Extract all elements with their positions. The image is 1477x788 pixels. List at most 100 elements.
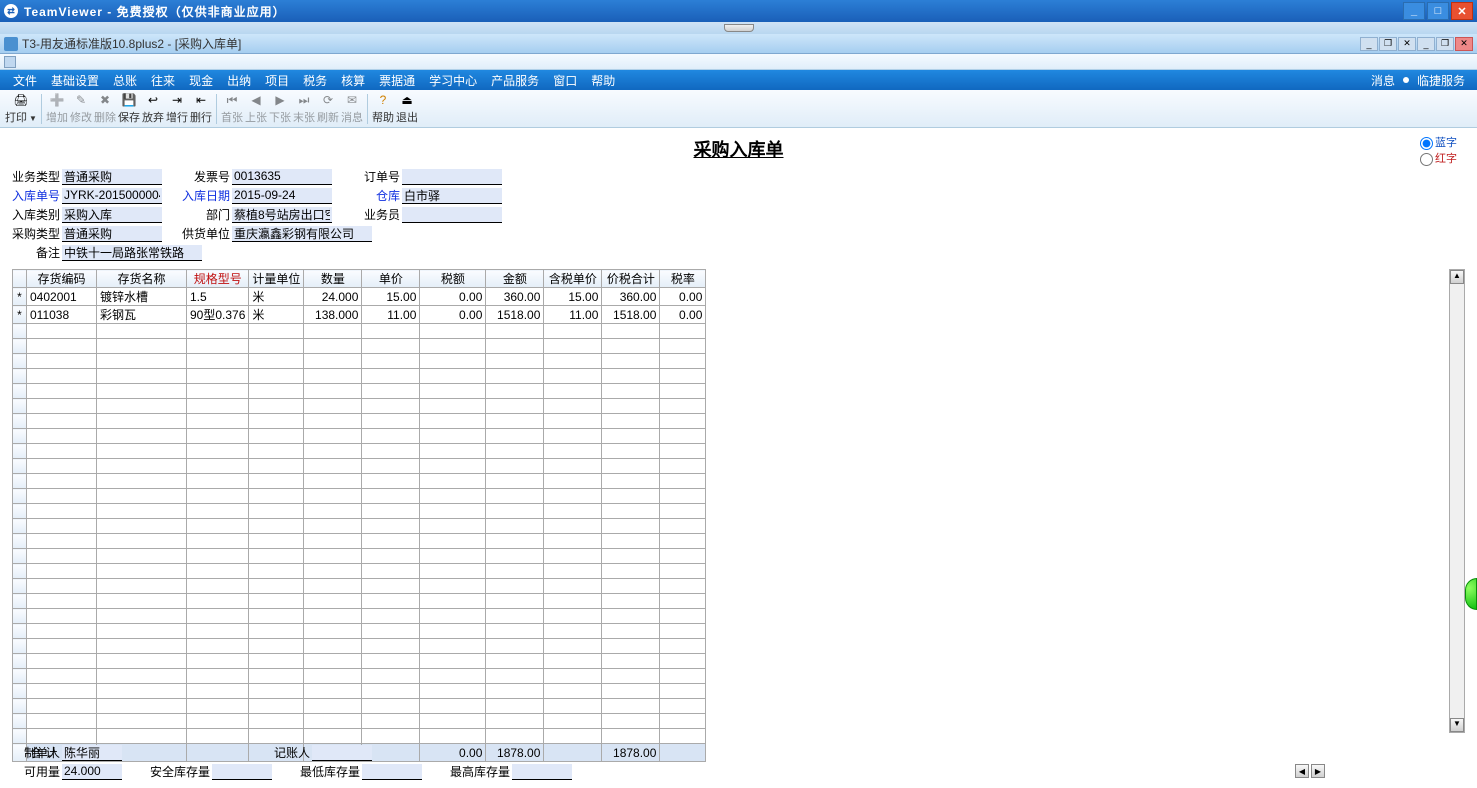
menu-basic-settings[interactable]: 基础设置 [44, 70, 106, 91]
grid-cell[interactable] [544, 609, 602, 624]
grid-cell[interactable]: * [13, 288, 27, 306]
grid-cell[interactable] [27, 354, 97, 369]
grid-cell[interactable] [27, 564, 97, 579]
grid-cell[interactable] [27, 729, 97, 744]
grid-cell[interactable] [249, 609, 304, 624]
grid-cell[interactable] [420, 444, 486, 459]
grid-cell[interactable]: 米 [249, 288, 304, 306]
grid-cell[interactable] [486, 444, 544, 459]
grid-cell[interactable] [544, 399, 602, 414]
grid-cell[interactable] [27, 594, 97, 609]
grid-cell[interactable] [27, 549, 97, 564]
grid-header-cell[interactable]: 规格型号 [187, 270, 249, 288]
menu-messages[interactable]: 消息 [1365, 70, 1401, 91]
grid-cell[interactable] [544, 639, 602, 654]
grid-cell[interactable] [249, 579, 304, 594]
table-row[interactable] [13, 699, 706, 714]
red-voucher-radio[interactable]: 红字 [1420, 150, 1457, 166]
grid-cell[interactable] [544, 384, 602, 399]
grid-cell[interactable] [97, 729, 187, 744]
grid-cell[interactable] [27, 369, 97, 384]
grid-cell[interactable] [187, 474, 249, 489]
grid-cell[interactable] [602, 429, 660, 444]
table-row[interactable] [13, 429, 706, 444]
menu-calc[interactable]: 核算 [334, 70, 372, 91]
grid-cell[interactable] [602, 444, 660, 459]
grid-cell[interactable] [13, 429, 27, 444]
grid-cell[interactable]: 15.00 [544, 288, 602, 306]
grid-cell[interactable] [362, 564, 420, 579]
table-row[interactable] [13, 384, 706, 399]
grid-cell[interactable] [362, 504, 420, 519]
grid-cell[interactable] [544, 459, 602, 474]
grid-cell[interactable] [249, 729, 304, 744]
grid-cell[interactable] [249, 459, 304, 474]
menu-arap[interactable]: 往来 [144, 70, 182, 91]
grid-cell[interactable] [27, 669, 97, 684]
grid-cell[interactable] [304, 414, 362, 429]
grid-cell[interactable] [304, 594, 362, 609]
grid-cell[interactable] [304, 699, 362, 714]
grid-cell[interactable] [362, 639, 420, 654]
message-button[interactable]: ✉消息 [340, 92, 364, 126]
grid-cell[interactable] [486, 639, 544, 654]
grid-cell[interactable] [486, 729, 544, 744]
grid-cell[interactable] [97, 399, 187, 414]
grid-cell[interactable]: 011038 [27, 306, 97, 324]
grid-cell[interactable] [249, 594, 304, 609]
grid-cell[interactable] [420, 369, 486, 384]
grid-cell[interactable] [187, 444, 249, 459]
grid-cell[interactable] [249, 654, 304, 669]
grid-cell[interactable] [486, 429, 544, 444]
refresh-button[interactable]: ⟳刷新 [316, 92, 340, 126]
next-button[interactable]: ▶下张 [268, 92, 292, 126]
grid-cell[interactable] [97, 369, 187, 384]
grid-header-cell[interactable]: 价税合计 [602, 270, 660, 288]
grid-cell[interactable] [544, 594, 602, 609]
grid-cell[interactable] [544, 444, 602, 459]
grid-cell[interactable]: 360.00 [602, 288, 660, 306]
grid-cell[interactable] [13, 684, 27, 699]
safe-stock-input[interactable] [212, 764, 272, 780]
grid-cell[interactable] [362, 519, 420, 534]
grid-cell[interactable] [249, 669, 304, 684]
grid-cell[interactable] [27, 684, 97, 699]
grid-cell[interactable] [660, 594, 706, 609]
grid-cell[interactable] [602, 609, 660, 624]
grid-cell[interactable] [486, 354, 544, 369]
grid-cell[interactable] [602, 549, 660, 564]
grid-cell[interactable] [420, 609, 486, 624]
max-stock-input[interactable] [512, 764, 572, 780]
grid-cell[interactable] [544, 654, 602, 669]
grid-cell[interactable]: 1518.00 [486, 306, 544, 324]
grid-cell[interactable] [486, 699, 544, 714]
grid-cell[interactable] [13, 384, 27, 399]
scroll-down-button[interactable]: ▼ [1450, 718, 1464, 732]
grid-cell[interactable] [420, 519, 486, 534]
grid-cell[interactable] [660, 564, 706, 579]
grid-cell[interactable] [602, 369, 660, 384]
grid-cell[interactable] [304, 474, 362, 489]
grid-cell[interactable] [187, 504, 249, 519]
table-row[interactable] [13, 489, 706, 504]
usable-input[interactable] [62, 764, 122, 780]
grid-cell[interactable] [420, 459, 486, 474]
grid-header-cell[interactable]: 金额 [486, 270, 544, 288]
grid-vertical-scrollbar[interactable]: ▲ ▼ [1449, 269, 1465, 733]
grid-cell[interactable] [27, 474, 97, 489]
table-row[interactable] [13, 714, 706, 729]
grid-cell[interactable] [420, 564, 486, 579]
grid-cell[interactable] [420, 624, 486, 639]
grid-cell[interactable] [420, 489, 486, 504]
grid-cell[interactable] [602, 564, 660, 579]
exit-button[interactable]: ⏏退出 [395, 92, 419, 126]
grid-cell[interactable] [249, 399, 304, 414]
grid-cell[interactable] [486, 414, 544, 429]
grid-cell[interactable] [187, 564, 249, 579]
grid-cell[interactable] [13, 444, 27, 459]
grid-cell[interactable] [362, 324, 420, 339]
grid-cell[interactable] [486, 609, 544, 624]
grid-cell[interactable] [304, 684, 362, 699]
grid-cell[interactable] [97, 339, 187, 354]
grid-cell[interactable] [97, 489, 187, 504]
